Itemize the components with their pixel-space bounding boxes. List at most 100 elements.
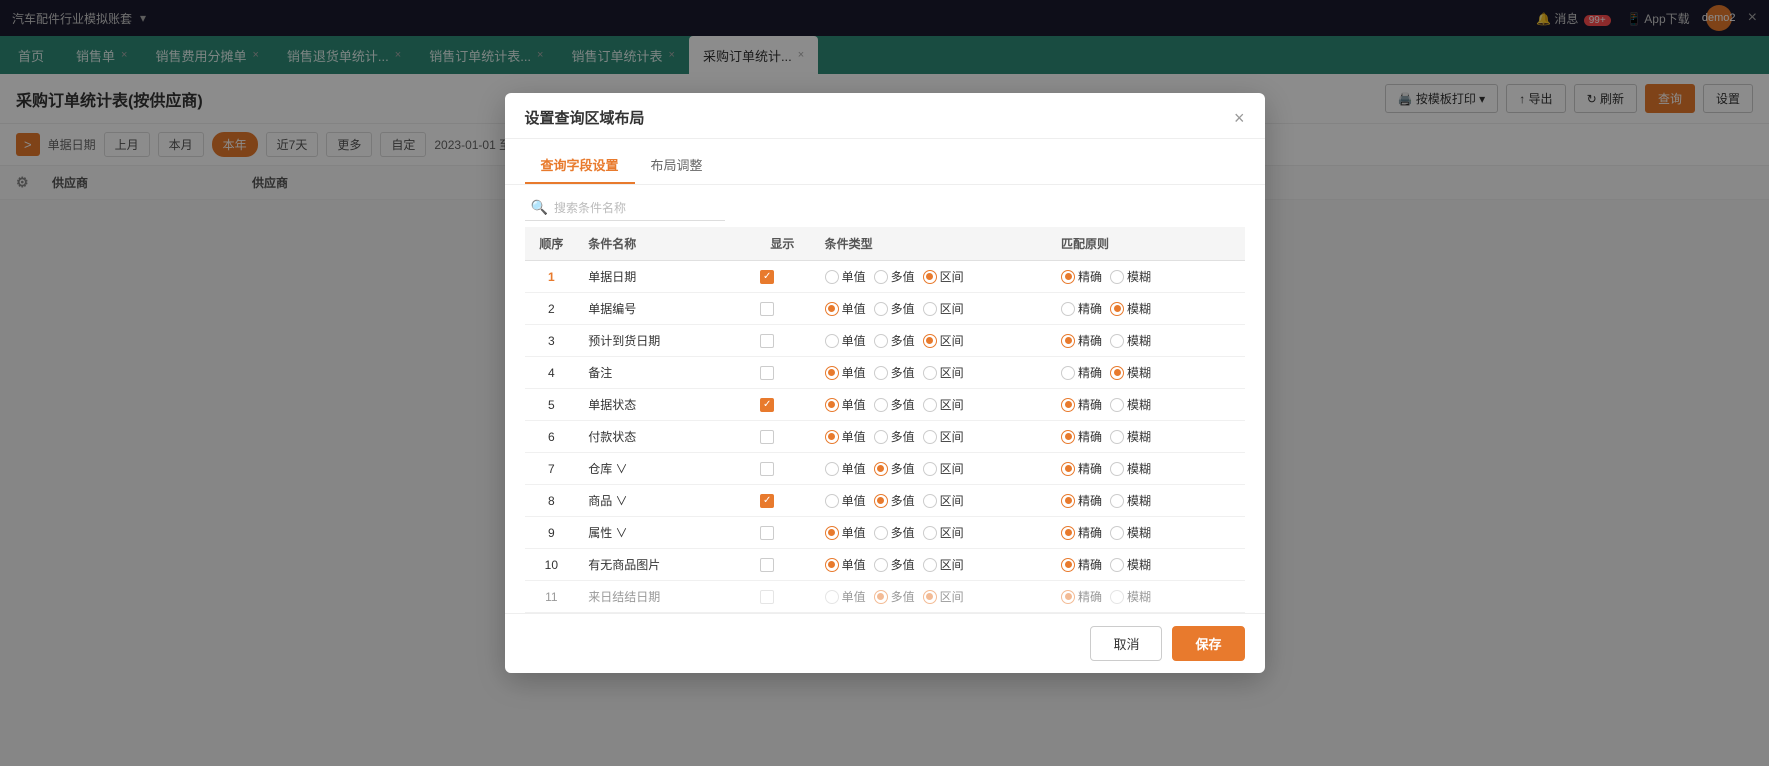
radio-type-multi[interactable]: 多值	[874, 588, 915, 605]
dialog-close-button[interactable]: ×	[1234, 109, 1245, 127]
radio-match-exact[interactable]: 精确	[1061, 524, 1102, 541]
radio-match-fuzzy[interactable]: 模糊	[1110, 492, 1151, 509]
checkbox[interactable]	[760, 526, 774, 540]
radio-type-single[interactable]: 单值	[825, 396, 866, 413]
radio-type-range[interactable]: 区间	[923, 492, 964, 509]
radio-match-exact[interactable]: 精确	[1061, 460, 1102, 477]
col-order-header: 顺序	[525, 227, 579, 261]
search-input[interactable]	[554, 201, 714, 215]
radio-match-fuzzy[interactable]: 模糊	[1110, 556, 1151, 573]
radio-type-single[interactable]: 单值	[825, 300, 866, 317]
radio-match-exact[interactable]: 精确	[1061, 492, 1102, 509]
radio-type-multi[interactable]: 多值	[874, 524, 915, 541]
radio-type-multi[interactable]: 多值	[874, 268, 915, 285]
radio-match-exact[interactable]: 精确	[1061, 300, 1102, 317]
radio-type-multi[interactable]: 多值	[874, 460, 915, 477]
radio-circle	[923, 494, 937, 508]
row-show-checkbox[interactable]	[750, 421, 814, 453]
row-match: 精确模糊	[1051, 421, 1244, 453]
checkbox[interactable]	[760, 270, 774, 284]
radio-type-range[interactable]: 区间	[923, 300, 964, 317]
radio-match-exact[interactable]: 精确	[1061, 556, 1102, 573]
radio-type-single[interactable]: 单值	[825, 460, 866, 477]
checkbox[interactable]	[760, 366, 774, 380]
radio-type-multi[interactable]: 多值	[874, 332, 915, 349]
radio-circle	[874, 462, 888, 476]
radio-type-range[interactable]: 区间	[923, 268, 964, 285]
checkbox[interactable]	[760, 590, 774, 604]
radio-type-range[interactable]: 区间	[923, 332, 964, 349]
dialog-tab-layout[interactable]: 布局调整	[635, 149, 719, 184]
radio-match-fuzzy[interactable]: 模糊	[1110, 300, 1151, 317]
radio-circle	[1061, 398, 1075, 412]
dialog-tab-query[interactable]: 查询字段设置	[525, 149, 635, 184]
radio-type-multi[interactable]: 多值	[874, 300, 915, 317]
radio-circle	[874, 494, 888, 508]
main-area: 采购订单统计表(按供应商) 🖨️ 按模板打印 ▾ ↑ 导出 ↻ 刷新 查询 设置…	[0, 74, 1769, 766]
radio-match-fuzzy[interactable]: 模糊	[1110, 268, 1151, 285]
radio-match-exact[interactable]: 精确	[1061, 588, 1102, 605]
radio-type-range[interactable]: 区间	[923, 396, 964, 413]
radio-circle	[874, 334, 888, 348]
row-show-checkbox[interactable]	[750, 261, 814, 293]
radio-match-fuzzy[interactable]: 模糊	[1110, 588, 1151, 605]
save-button[interactable]: 保存	[1172, 626, 1244, 661]
radio-type-single[interactable]: 单值	[825, 364, 866, 381]
radio-type-single[interactable]: 单值	[825, 524, 866, 541]
row-match: 精确模糊	[1051, 325, 1244, 357]
row-show-checkbox[interactable]	[750, 517, 814, 549]
radio-type-range[interactable]: 区间	[923, 428, 964, 445]
radio-match-fuzzy[interactable]: 模糊	[1110, 460, 1151, 477]
radio-type-multi[interactable]: 多值	[874, 492, 915, 509]
row-show-checkbox[interactable]	[750, 325, 814, 357]
checkbox[interactable]	[760, 398, 774, 412]
radio-type-multi[interactable]: 多值	[874, 364, 915, 381]
checkbox[interactable]	[760, 462, 774, 476]
radio-type-single[interactable]: 单值	[825, 268, 866, 285]
radio-circle	[1061, 494, 1075, 508]
radio-match-fuzzy[interactable]: 模糊	[1110, 524, 1151, 541]
row-order: 7	[525, 453, 579, 485]
radio-type-multi[interactable]: 多值	[874, 428, 915, 445]
table-row: 9属性 ∨单值多值区间精确模糊	[525, 517, 1245, 549]
radio-type-range[interactable]: 区间	[923, 364, 964, 381]
radio-match-exact[interactable]: 精确	[1061, 364, 1102, 381]
radio-type-single[interactable]: 单值	[825, 428, 866, 445]
row-match: 精确模糊	[1051, 261, 1244, 293]
row-match: 精确模糊	[1051, 453, 1244, 485]
radio-match-exact[interactable]: 精确	[1061, 268, 1102, 285]
radio-type-multi[interactable]: 多值	[874, 556, 915, 573]
radio-type-single[interactable]: 单值	[825, 332, 866, 349]
checkbox[interactable]	[760, 302, 774, 316]
checkbox[interactable]	[760, 334, 774, 348]
radio-match-fuzzy[interactable]: 模糊	[1110, 332, 1151, 349]
radio-type-multi[interactable]: 多值	[874, 396, 915, 413]
radio-match-fuzzy[interactable]: 模糊	[1110, 428, 1151, 445]
radio-type-range[interactable]: 区间	[923, 524, 964, 541]
radio-type-single[interactable]: 单值	[825, 588, 866, 605]
row-show-checkbox[interactable]	[750, 357, 814, 389]
row-type: 单值多值区间	[815, 325, 1051, 357]
row-show-checkbox[interactable]	[750, 453, 814, 485]
radio-match-exact[interactable]: 精确	[1061, 428, 1102, 445]
checkbox[interactable]	[760, 430, 774, 444]
radio-match-exact[interactable]: 精确	[1061, 332, 1102, 349]
row-show-checkbox[interactable]	[750, 293, 814, 325]
radio-type-range[interactable]: 区间	[923, 460, 964, 477]
radio-type-range[interactable]: 区间	[923, 556, 964, 573]
radio-circle	[923, 366, 937, 380]
radio-type-single[interactable]: 单值	[825, 492, 866, 509]
radio-match-exact[interactable]: 精确	[1061, 396, 1102, 413]
row-show-checkbox[interactable]	[750, 389, 814, 421]
checkbox[interactable]	[760, 494, 774, 508]
row-show-checkbox[interactable]	[750, 549, 814, 581]
row-order: 5	[525, 389, 579, 421]
row-show-checkbox[interactable]	[750, 581, 814, 613]
row-show-checkbox[interactable]	[750, 485, 814, 517]
radio-type-range[interactable]: 区间	[923, 588, 964, 605]
checkbox[interactable]	[760, 558, 774, 572]
cancel-button[interactable]: 取消	[1090, 626, 1162, 661]
radio-match-fuzzy[interactable]: 模糊	[1110, 396, 1151, 413]
radio-type-single[interactable]: 单值	[825, 556, 866, 573]
radio-match-fuzzy[interactable]: 模糊	[1110, 364, 1151, 381]
